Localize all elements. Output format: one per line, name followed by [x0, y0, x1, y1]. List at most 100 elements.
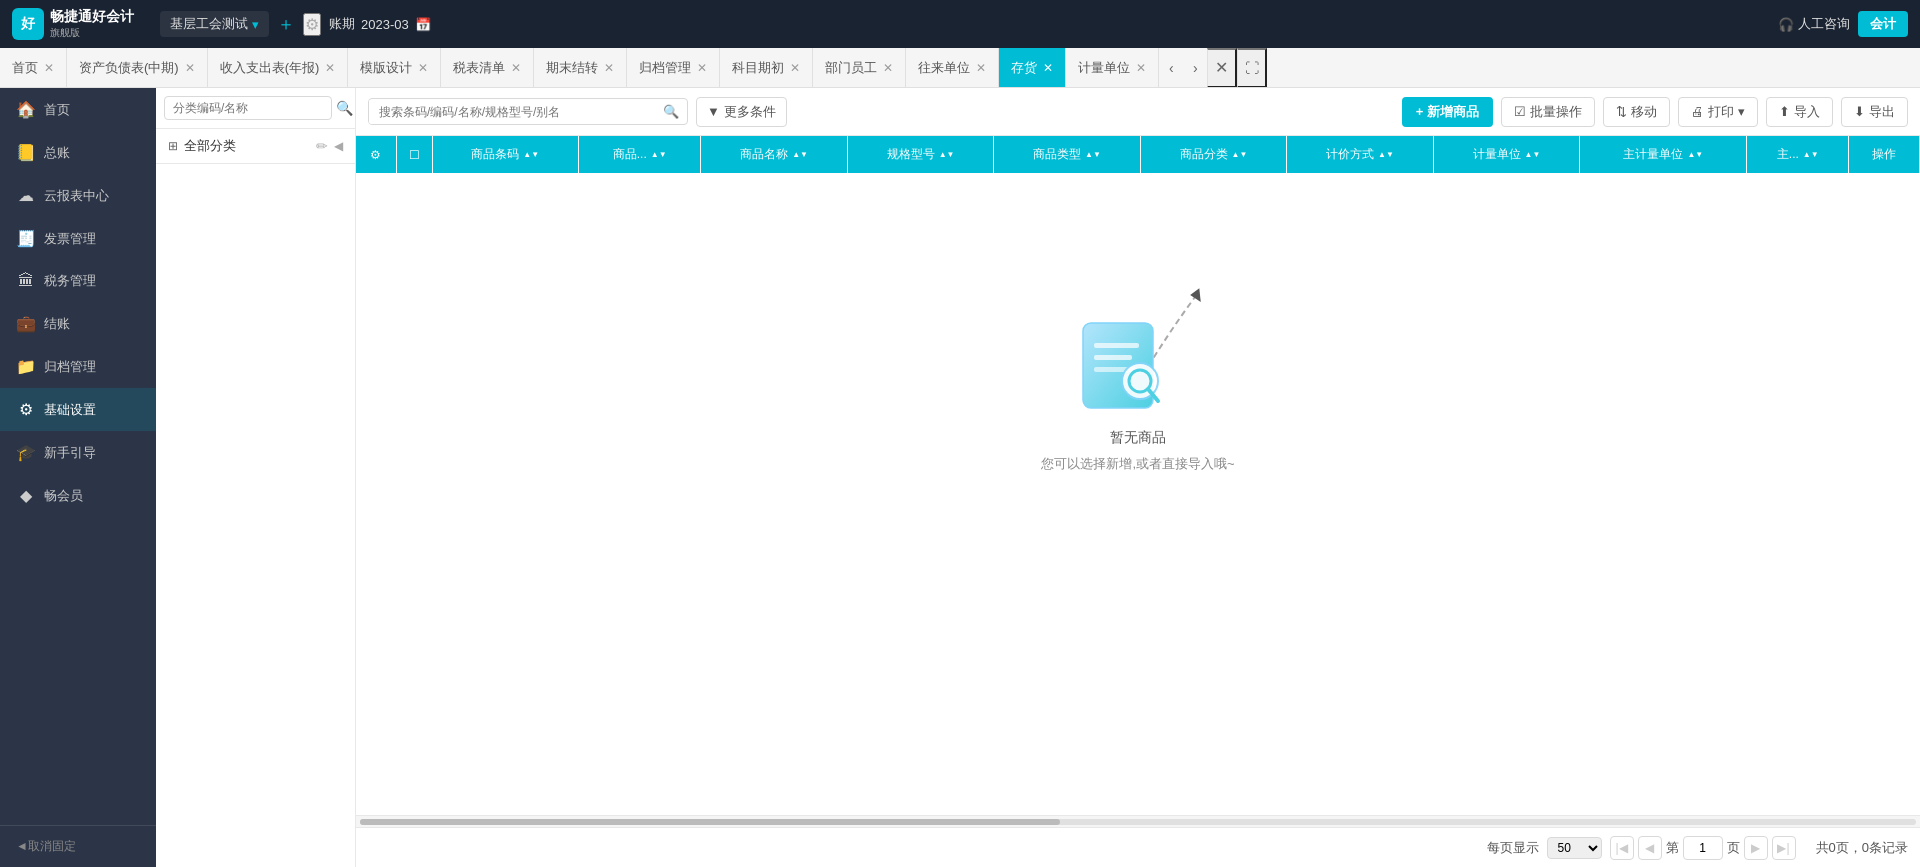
- th-type[interactable]: 商品类型 ▲▼: [994, 136, 1140, 173]
- th-main2[interactable]: 主... ▲▼: [1747, 136, 1849, 173]
- category-search-input[interactable]: [164, 96, 332, 120]
- content-area: 🔍 ⊞ 全部分类 ✏ ◀ 🔍 ▼ 更多条件: [156, 88, 1920, 867]
- sidebar-item-ledger[interactable]: 📒 总账: [0, 131, 156, 174]
- tab-close-icon[interactable]: ✕: [604, 61, 614, 75]
- prev-page-button[interactable]: ◀: [1638, 836, 1662, 860]
- sort-arrows: ▲▼: [792, 151, 808, 159]
- company-selector[interactable]: 基层工会测试 ▾: [160, 11, 269, 37]
- tab-close-icon[interactable]: ✕: [1136, 61, 1146, 75]
- category-search-icon[interactable]: 🔍: [332, 96, 357, 120]
- th-code[interactable]: 商品... ▲▼: [578, 136, 700, 173]
- tab-close-icon[interactable]: ✕: [1043, 61, 1053, 75]
- help-label: 人工咨询: [1798, 15, 1850, 33]
- sidebar-item-invoice[interactable]: 🧾 发票管理: [0, 217, 156, 260]
- search-icon[interactable]: 🔍: [655, 99, 687, 124]
- th-name[interactable]: 商品名称 ▲▼: [701, 136, 847, 173]
- tab-close-icon[interactable]: ✕: [976, 61, 986, 75]
- user-button[interactable]: 会计: [1858, 11, 1908, 37]
- tab-close-icon[interactable]: ✕: [418, 61, 428, 75]
- tab-income-statement[interactable]: 收入支出表(年报) ✕: [208, 48, 349, 88]
- sort-arrows: ▲▼: [651, 151, 667, 159]
- add-tab-button[interactable]: ＋: [277, 12, 295, 36]
- tab-period-carry[interactable]: 期末结转 ✕: [534, 48, 627, 88]
- export-label: 导出: [1869, 103, 1895, 121]
- tab-close-icon[interactable]: ✕: [790, 61, 800, 75]
- tab-expand-button[interactable]: ⛶: [1237, 48, 1267, 88]
- th-main-unit-label: 主计量单位: [1623, 146, 1683, 163]
- sidebar-item-archive[interactable]: 📁 归档管理: [0, 345, 156, 388]
- th-settings[interactable]: ⚙: [356, 136, 396, 173]
- th-unit[interactable]: 计量单位 ▲▼: [1433, 136, 1579, 173]
- last-page-button[interactable]: ▶|: [1772, 836, 1796, 860]
- tab-tax-list[interactable]: 税表清单 ✕: [441, 48, 534, 88]
- tab-department[interactable]: 部门员工 ✕: [813, 48, 906, 88]
- tab-close-icon[interactable]: ✕: [185, 61, 195, 75]
- th-spec[interactable]: 规格型号 ▲▼: [847, 136, 993, 173]
- tab-close-icon[interactable]: ✕: [325, 61, 335, 75]
- sidebar-item-member[interactable]: ◆ 畅会员: [0, 474, 156, 517]
- tab-inventory[interactable]: 存货 ✕: [999, 48, 1066, 88]
- print-icon: 🖨: [1691, 104, 1704, 119]
- th-checkbox[interactable]: ☐: [396, 136, 432, 173]
- period-label: 账期: [329, 15, 355, 33]
- svg-marker-0: [1189, 286, 1204, 302]
- sidebar-item-basic-settings[interactable]: ⚙ 基础设置: [0, 388, 156, 431]
- scrollbar-thumb[interactable]: [360, 819, 1060, 825]
- tab-label: 资产负债表(中期): [79, 59, 179, 77]
- export-button[interactable]: ⬇ 导出: [1841, 97, 1908, 127]
- first-page-button[interactable]: |◀: [1610, 836, 1634, 860]
- import-button[interactable]: ⬆ 导入: [1766, 97, 1833, 127]
- import-icon: ⬆: [1779, 104, 1790, 119]
- table-footer: 每页显示 50 100 200 |◀ ◀ 第 页 ▶ ▶| 共0页，0条记录: [356, 827, 1920, 867]
- print-button[interactable]: 🖨 打印 ▾: [1678, 97, 1758, 127]
- tab-nav-next-button[interactable]: ›: [1183, 48, 1207, 88]
- tab-subject-init[interactable]: 科目期初 ✕: [720, 48, 813, 88]
- filter-button[interactable]: ▼ 更多条件: [696, 97, 787, 127]
- tab-close-icon[interactable]: ✕: [511, 61, 521, 75]
- tab-unit[interactable]: 计量单位 ✕: [1066, 48, 1159, 88]
- sidebar-label: 首页: [44, 101, 70, 119]
- th-barcode[interactable]: 商品条码 ▲▼: [432, 136, 578, 173]
- collapse-icon[interactable]: ◀: [334, 139, 343, 153]
- tab-home[interactable]: 首页 ✕: [0, 48, 67, 88]
- sidebar-item-home[interactable]: 🏠 首页: [0, 88, 156, 131]
- sidebar-item-close-period[interactable]: 💼 结账: [0, 302, 156, 345]
- page-number-input[interactable]: [1683, 836, 1723, 860]
- th-main-unit[interactable]: 主计量单位 ▲▼: [1580, 136, 1747, 173]
- tab-nav-prev-button[interactable]: ‹: [1159, 48, 1183, 88]
- tab-close-icon[interactable]: ✕: [883, 61, 893, 75]
- batch-button[interactable]: ☑ 批量操作: [1501, 97, 1595, 127]
- th-unit-label: 计量单位: [1473, 146, 1521, 163]
- page-size-select[interactable]: 50 100 200: [1547, 837, 1602, 859]
- ledger-icon: 📒: [16, 143, 36, 162]
- sidebar-item-cloud-report[interactable]: ☁ 云报表中心: [0, 174, 156, 217]
- sidebar-item-tax[interactable]: 🏛 税务管理: [0, 260, 156, 302]
- tab-close-all-button[interactable]: ✕: [1207, 48, 1237, 88]
- th-price-method[interactable]: 计价方式 ▲▼: [1287, 136, 1433, 173]
- export-icon: ⬇: [1854, 104, 1865, 119]
- th-name-label: 商品名称: [740, 146, 788, 163]
- tab-close-icon[interactable]: ✕: [697, 61, 707, 75]
- move-button[interactable]: ⇅ 移动: [1603, 97, 1670, 127]
- tab-balance-sheet[interactable]: 资产负债表(中期) ✕: [67, 48, 208, 88]
- edit-icon[interactable]: ✏: [316, 138, 328, 154]
- next-page-button[interactable]: ▶: [1744, 836, 1768, 860]
- sidebar-item-beginner[interactable]: 🎓 新手引导: [0, 431, 156, 474]
- new-product-button[interactable]: + 新增商品: [1402, 97, 1493, 127]
- help-button[interactable]: 🎧 人工咨询: [1778, 15, 1850, 33]
- import-label: 导入: [1794, 103, 1820, 121]
- settings-button[interactable]: ⚙: [303, 13, 321, 36]
- tab-transactions[interactable]: 往来单位 ✕: [906, 48, 999, 88]
- unpin-button[interactable]: ◄取消固定: [0, 825, 156, 867]
- sidebar-menu: 🏠 首页 📒 总账 ☁ 云报表中心 🧾 发票管理 🏛 税务管理 💼 结账: [0, 88, 156, 825]
- th-category[interactable]: 商品分类 ▲▼: [1140, 136, 1286, 173]
- tab-close-icon[interactable]: ✕: [44, 61, 54, 75]
- tab-archive[interactable]: 归档管理 ✕: [627, 48, 720, 88]
- search-input[interactable]: [369, 100, 655, 124]
- tab-template-design[interactable]: 模版设计 ✕: [348, 48, 441, 88]
- th-category-label: 商品分类: [1180, 146, 1228, 163]
- calendar-icon[interactable]: 📅: [415, 17, 431, 32]
- company-name: 基层工会测试: [170, 15, 248, 33]
- horizontal-scrollbar[interactable]: [356, 815, 1920, 827]
- all-category-item[interactable]: ⊞ 全部分类 ✏ ◀: [156, 129, 355, 164]
